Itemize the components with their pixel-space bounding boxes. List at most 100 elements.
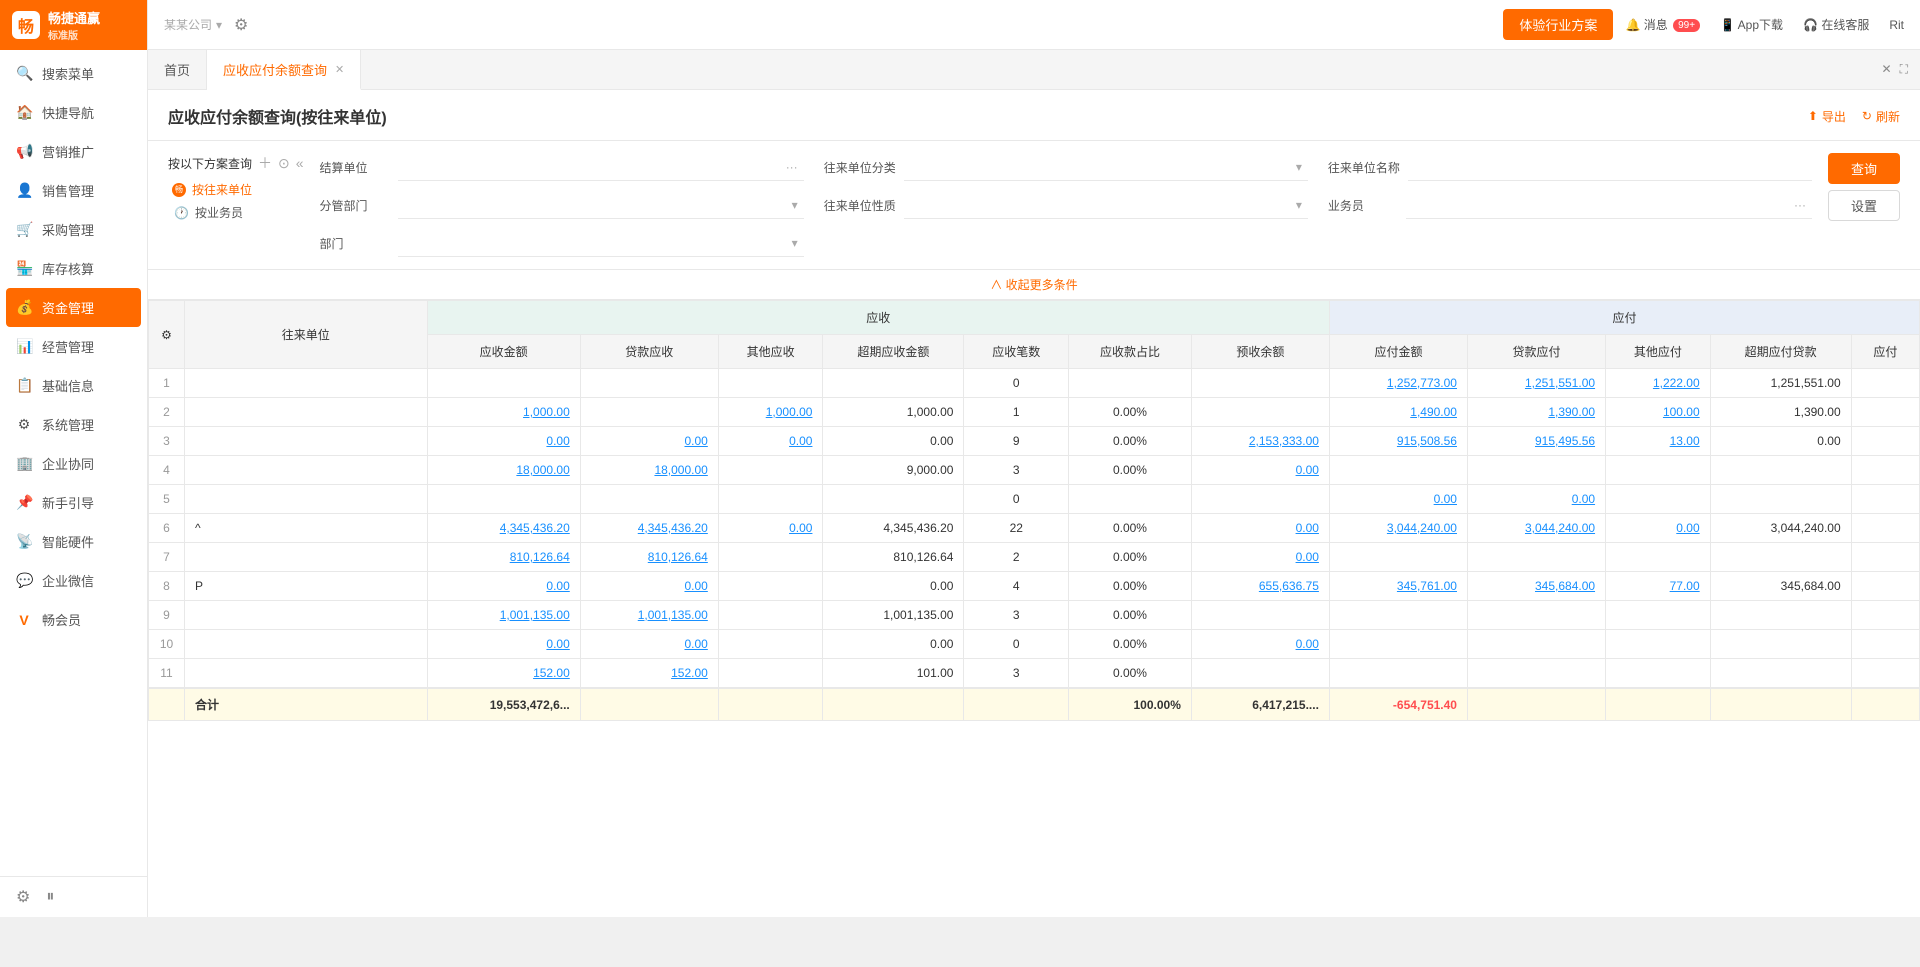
table-cell-link[interactable]: 345,761.00 <box>1397 579 1457 593</box>
table-cell-link[interactable]: 77.00 <box>1670 579 1700 593</box>
table-cell-link[interactable]: 13.00 <box>1670 434 1700 448</box>
table-cell-link[interactable]: 1,490.00 <box>1410 405 1457 419</box>
sidebar-item-hardware[interactable]: 📡 智能硬件 <box>0 522 147 561</box>
salesman-input[interactable]: ··· <box>1406 191 1812 219</box>
table-cell: 4 <box>964 572 1069 601</box>
table-cell-link[interactable]: 1,252,773.00 <box>1387 376 1457 390</box>
sidebar-item-purchase[interactable]: 🛒 采购管理 <box>0 210 147 249</box>
tab-close-icon[interactable]: ✕ <box>335 63 344 76</box>
filter-fields-area: 结算单位 ··· 往来单位分类 ▾ 往来单位名称 <box>320 153 1812 257</box>
query-btn[interactable]: 查询 <box>1828 153 1900 184</box>
sidebar-item-vip[interactable]: V 畅会员 <box>0 600 147 639</box>
table-cell-link[interactable]: 152.00 <box>533 666 570 680</box>
table-cell-link[interactable]: 1,222.00 <box>1653 376 1700 390</box>
table-cell-link[interactable]: 810,126.64 <box>510 550 570 564</box>
breadcrumb-text: 某某公司 <box>164 16 212 33</box>
table-cell-link[interactable]: 0.00 <box>1434 492 1457 506</box>
filter-collapse-icon[interactable]: « <box>296 155 304 171</box>
sidebar-item-management[interactable]: 📊 经营管理 <box>0 327 147 366</box>
sidebar-item-guide[interactable]: 📌 新手引导 <box>0 483 147 522</box>
table-cell-link[interactable]: 0.00 <box>684 579 707 593</box>
setting-btn[interactable]: 设置 <box>1828 190 1900 221</box>
table-cell-link[interactable]: 1,390.00 <box>1548 405 1595 419</box>
sidebar-item-search[interactable]: 🔍 搜索菜单 <box>0 54 147 93</box>
table-cell-link[interactable]: 1,251,551.00 <box>1525 376 1595 390</box>
sidebar-settings-icon[interactable]: ⚙ <box>16 887 30 907</box>
scheme-by-unit[interactable]: 畅 按往来单位 <box>172 181 304 198</box>
tab-bar: 首页 应收应付余额查询 ✕ ✕ ⛶ <box>148 50 1920 90</box>
table-cell-link[interactable]: 915,508.56 <box>1397 434 1457 448</box>
app-download-btn[interactable]: 📱 App下载 <box>1720 16 1783 33</box>
online-service-btn[interactable]: 🎧 在线客服 <box>1803 16 1869 33</box>
table-cell-link[interactable]: 0.00 <box>546 579 569 593</box>
table-cell-link[interactable]: 152.00 <box>671 666 708 680</box>
sidebar-item-system[interactable]: ⚙ 系统管理 <box>0 405 147 444</box>
table-cell-link[interactable]: 655,636.75 <box>1259 579 1319 593</box>
settlement-unit-input[interactable]: ··· <box>398 153 804 181</box>
refresh-btn[interactable]: ↻ 刷新 <box>1862 108 1900 125</box>
table-cell-link[interactable]: 0.00 <box>789 521 812 535</box>
dept-input[interactable]: ▾ <box>398 229 804 257</box>
unit-name-input[interactable] <box>1408 153 1812 181</box>
table-cell-link[interactable]: 4,345,436.20 <box>500 521 570 535</box>
table-cell: 3 <box>964 601 1069 630</box>
table-cell-link[interactable]: 0.00 <box>1296 550 1319 564</box>
table-cell-link[interactable]: 1,001,135.00 <box>500 608 570 622</box>
tab-expand-icon[interactable]: ⛶ <box>1900 62 1908 77</box>
table-cell-link[interactable]: 0.00 <box>546 434 569 448</box>
table-cell-link[interactable]: 0.00 <box>1296 637 1319 651</box>
table-cell-link[interactable]: 0.00 <box>1676 521 1699 535</box>
sidebar-item-wechat[interactable]: 💬 企业微信 <box>0 561 147 600</box>
export-btn[interactable]: ⬆ 导出 <box>1808 108 1846 125</box>
table-cell-link[interactable]: 18,000.00 <box>516 463 569 477</box>
table-cell-link[interactable]: 4,345,436.20 <box>638 521 708 535</box>
sidebar-item-sales[interactable]: 👤 销售管理 <box>0 171 147 210</box>
sidebar-item-inventory[interactable]: 🏪 库存核算 <box>0 249 147 288</box>
table-cell-link[interactable]: 1,001,135.00 <box>638 608 708 622</box>
tab-home[interactable]: 首页 <box>148 50 207 90</box>
sidebar-item-basic[interactable]: 📋 基础信息 <box>0 366 147 405</box>
table-cell-link[interactable]: 0.00 <box>684 637 707 651</box>
table-cell-link[interactable]: 810,126.64 <box>648 550 708 564</box>
table-cell-link[interactable]: 0.00 <box>789 434 812 448</box>
table-cell-link[interactable]: 1,000.00 <box>523 405 570 419</box>
scheme-by-salesman[interactable]: 🕐 按业务员 <box>172 204 304 221</box>
table-cell-link[interactable]: 2,153,333.00 <box>1249 434 1319 448</box>
sidebar-item-marketing[interactable]: 📢 营销推广 <box>0 132 147 171</box>
tab-close-all-icon[interactable]: ✕ <box>1882 62 1892 77</box>
table-settings-icon[interactable]: ⚙ <box>161 328 172 342</box>
filter-add-icon[interactable]: ＋ <box>258 153 272 173</box>
table-cell-link[interactable]: 100.00 <box>1663 405 1700 419</box>
table-cell-link[interactable]: 0.00 <box>1296 463 1319 477</box>
table-cell-link[interactable]: 0.00 <box>1296 521 1319 535</box>
tab-receivable-query[interactable]: 应收应付余额查询 ✕ <box>207 50 361 90</box>
filter-scheme-section: 按以下方案查询 ＋ ⊙ « 畅 按往来单位 🕐 按业务员 <box>168 153 304 221</box>
table-row: 8P0.000.000.0040.00%655,636.75345,761.00… <box>149 572 1920 601</box>
table-cell-link[interactable]: 18,000.00 <box>654 463 707 477</box>
table-cell <box>718 543 823 572</box>
sidebar-item-label: 智能硬件 <box>42 532 94 551</box>
sidebar-collapse-icon[interactable]: ⏸ <box>46 888 54 906</box>
sidebar-item-finance[interactable]: 💰 资金管理 <box>6 288 141 327</box>
user-name[interactable]: Rit <box>1889 18 1904 32</box>
scheme-btn[interactable]: 体验行业方案 <box>1503 9 1613 40</box>
table-cell-link[interactable]: 3,044,240.00 <box>1387 521 1457 535</box>
dept-managed-input[interactable]: ▾ <box>398 191 804 219</box>
table-cell-link[interactable]: 345,684.00 <box>1535 579 1595 593</box>
collapse-bar[interactable]: ∧ 收起更多条件 <box>148 270 1920 300</box>
topbar-gear-icon[interactable]: ⚙ <box>234 15 248 35</box>
unit-nature-input[interactable]: ▾ <box>904 191 1308 219</box>
table-cell <box>1710 485 1851 514</box>
table-cell-link[interactable]: 0.00 <box>684 434 707 448</box>
ar-amount-header: 应收金额 <box>427 335 580 369</box>
table-cell-link[interactable]: 0.00 <box>1572 492 1595 506</box>
table-cell-link[interactable]: 3,044,240.00 <box>1525 521 1595 535</box>
table-cell-link[interactable]: 1,000.00 <box>766 405 813 419</box>
unit-category-input[interactable]: ▾ <box>904 153 1308 181</box>
table-cell-link[interactable]: 915,495.56 <box>1535 434 1595 448</box>
sidebar-item-enterprise[interactable]: 🏢 企业协同 <box>0 444 147 483</box>
sidebar-item-quicknav[interactable]: 🏠 快捷导航 <box>0 93 147 132</box>
message-btn[interactable]: 🔔 消息 99+ <box>1625 16 1700 33</box>
table-cell-link[interactable]: 0.00 <box>546 637 569 651</box>
filter-target-icon[interactable]: ⊙ <box>278 155 290 172</box>
